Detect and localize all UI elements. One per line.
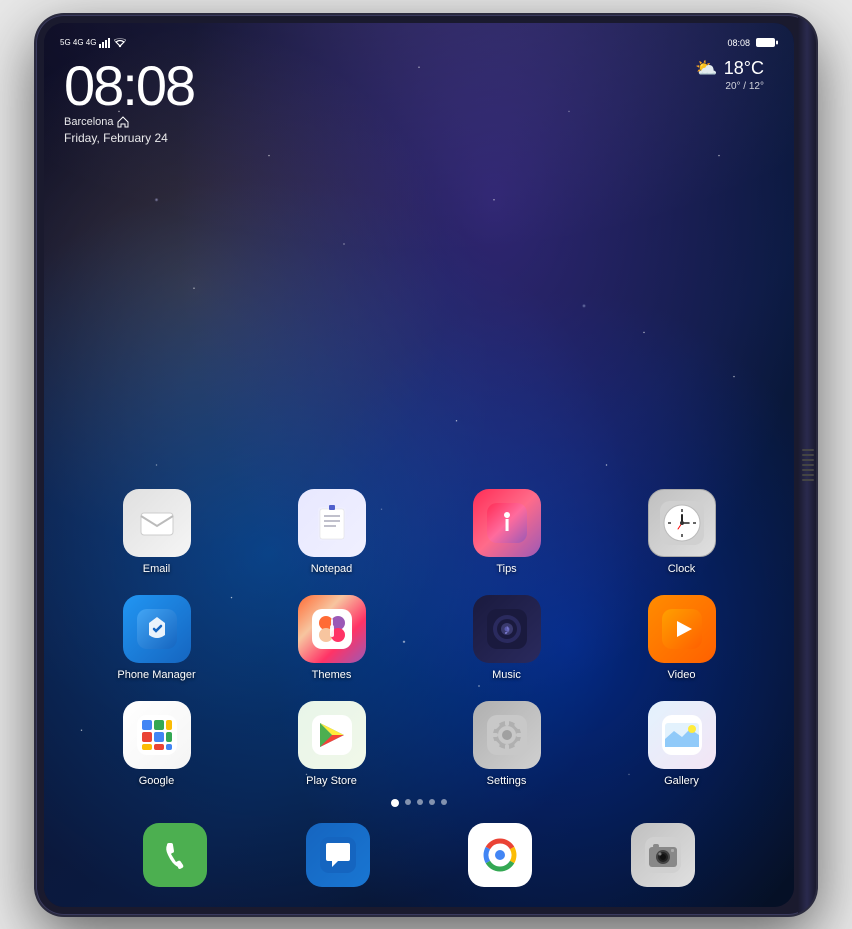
dock-item-chrome[interactable] [468,823,532,887]
spine-line [802,474,814,476]
music-icon: ♪ [473,595,541,663]
home-icon [117,116,129,128]
clock-label: Clock [668,563,696,575]
app-item-settings[interactable]: Settings [424,701,589,787]
app-item-themes[interactable]: Themes [249,595,414,681]
weather-icon: ⛅ [695,58,717,79]
playstore-label: Play Store [306,775,357,787]
google-label: Google [139,775,174,787]
google-icon [123,701,191,769]
phone-svg [157,837,193,873]
location-text: Barcelona [64,116,114,128]
5g-label: 5G 4G 4G [60,38,96,47]
messages-svg [320,837,356,873]
playstore-svg [312,715,352,755]
themes-icon [298,595,366,663]
status-right: 08:08 [727,37,778,48]
app-item-video[interactable]: Video [599,595,764,681]
dock [44,823,794,887]
wifi-signal-icon [114,38,126,48]
page-dot-3 [417,799,423,805]
status-left-icons: 5G 4G 4G [60,38,126,48]
camera-dock-icon [631,823,695,887]
phonemanager-label: Phone Manager [117,669,195,681]
temperature: 18°C [724,58,764,79]
video-icon [648,595,716,663]
chrome-svg [482,837,518,873]
weather-range: 20° / 12° [695,81,764,92]
dock-item-phone[interactable] [143,823,207,887]
app-item-clock[interactable]: Clock [599,489,764,575]
settings-svg [487,715,527,755]
settings-icon [473,701,541,769]
phone-body: 5G 4G 4G 08:08 [36,15,816,915]
spine-detail [802,449,814,481]
spine-line [802,454,814,456]
page-dot-1 [391,799,399,807]
clock-time: 08:08 [64,58,194,114]
notepad-label: Notepad [311,563,353,575]
spine-line [802,464,814,466]
tips-icon: i [473,489,541,557]
chrome-dock-icon [468,823,532,887]
email-icon [123,489,191,557]
gallery-icon [648,701,716,769]
video-label: Video [668,669,696,681]
themes-svg [312,609,352,649]
tips-label: Tips [496,563,516,575]
app-item-tips[interactable]: i Tips [424,489,589,575]
themes-label: Themes [312,669,352,681]
email-svg [137,503,177,543]
spine-line [802,479,814,481]
video-svg [662,609,702,649]
notepad-svg [312,503,352,543]
phonemanager-icon [123,595,191,663]
app-item-google[interactable]: Google [74,701,239,787]
dock-item-messages[interactable] [306,823,370,887]
screen: 5G 4G 4G 08:08 [44,23,794,907]
app-item-notepad[interactable]: Notepad [249,489,414,575]
dock-item-camera[interactable] [631,823,695,887]
app-item-playstore[interactable]: Play Store [249,701,414,787]
battery-icon [756,37,778,48]
clock-location: Barcelona [64,116,194,128]
spine-line [802,459,814,461]
device-spine [798,15,816,915]
music-svg: ♪ [487,609,527,649]
signal-icon [99,38,111,48]
gallery-label: Gallery [664,775,699,787]
email-label: Email [143,563,171,575]
spine-line [802,449,814,451]
status-time: 08:08 [727,38,750,48]
spine-line [802,469,814,471]
settings-label: Settings [487,775,527,787]
clock-svg [660,501,704,545]
clock-date: Friday, February 24 [64,131,194,145]
page-dot-2 [405,799,411,805]
weather-widget: ⛅ 18°C 20° / 12° [695,58,764,92]
messages-dock-icon [306,823,370,887]
phone-dock-icon [143,823,207,887]
app-grid: Email Notepad [44,489,794,787]
app-item-phonemanager[interactable]: Phone Manager [74,595,239,681]
page-dot-5 [441,799,447,805]
svg-text:♪: ♪ [503,621,510,637]
device-frame: 5G 4G 4G 08:08 [36,15,816,915]
gallery-svg [662,715,702,755]
clock-icon [648,489,716,557]
app-item-email[interactable]: Email [74,489,239,575]
weather-temp: ⛅ 18°C [695,58,764,79]
clock-area: 08:08 Barcelona Friday, February 24 [64,58,194,145]
playstore-icon [298,701,366,769]
page-dot-4 [429,799,435,805]
phonemanager-svg [137,609,177,649]
google-svg [137,715,177,755]
tips-svg: i [487,503,527,543]
page-indicators [44,799,794,807]
camera-svg [645,837,681,873]
app-item-gallery[interactable]: Gallery [599,701,764,787]
notepad-icon [298,489,366,557]
app-item-music[interactable]: ♪ Music [424,595,589,681]
music-label: Music [492,669,521,681]
